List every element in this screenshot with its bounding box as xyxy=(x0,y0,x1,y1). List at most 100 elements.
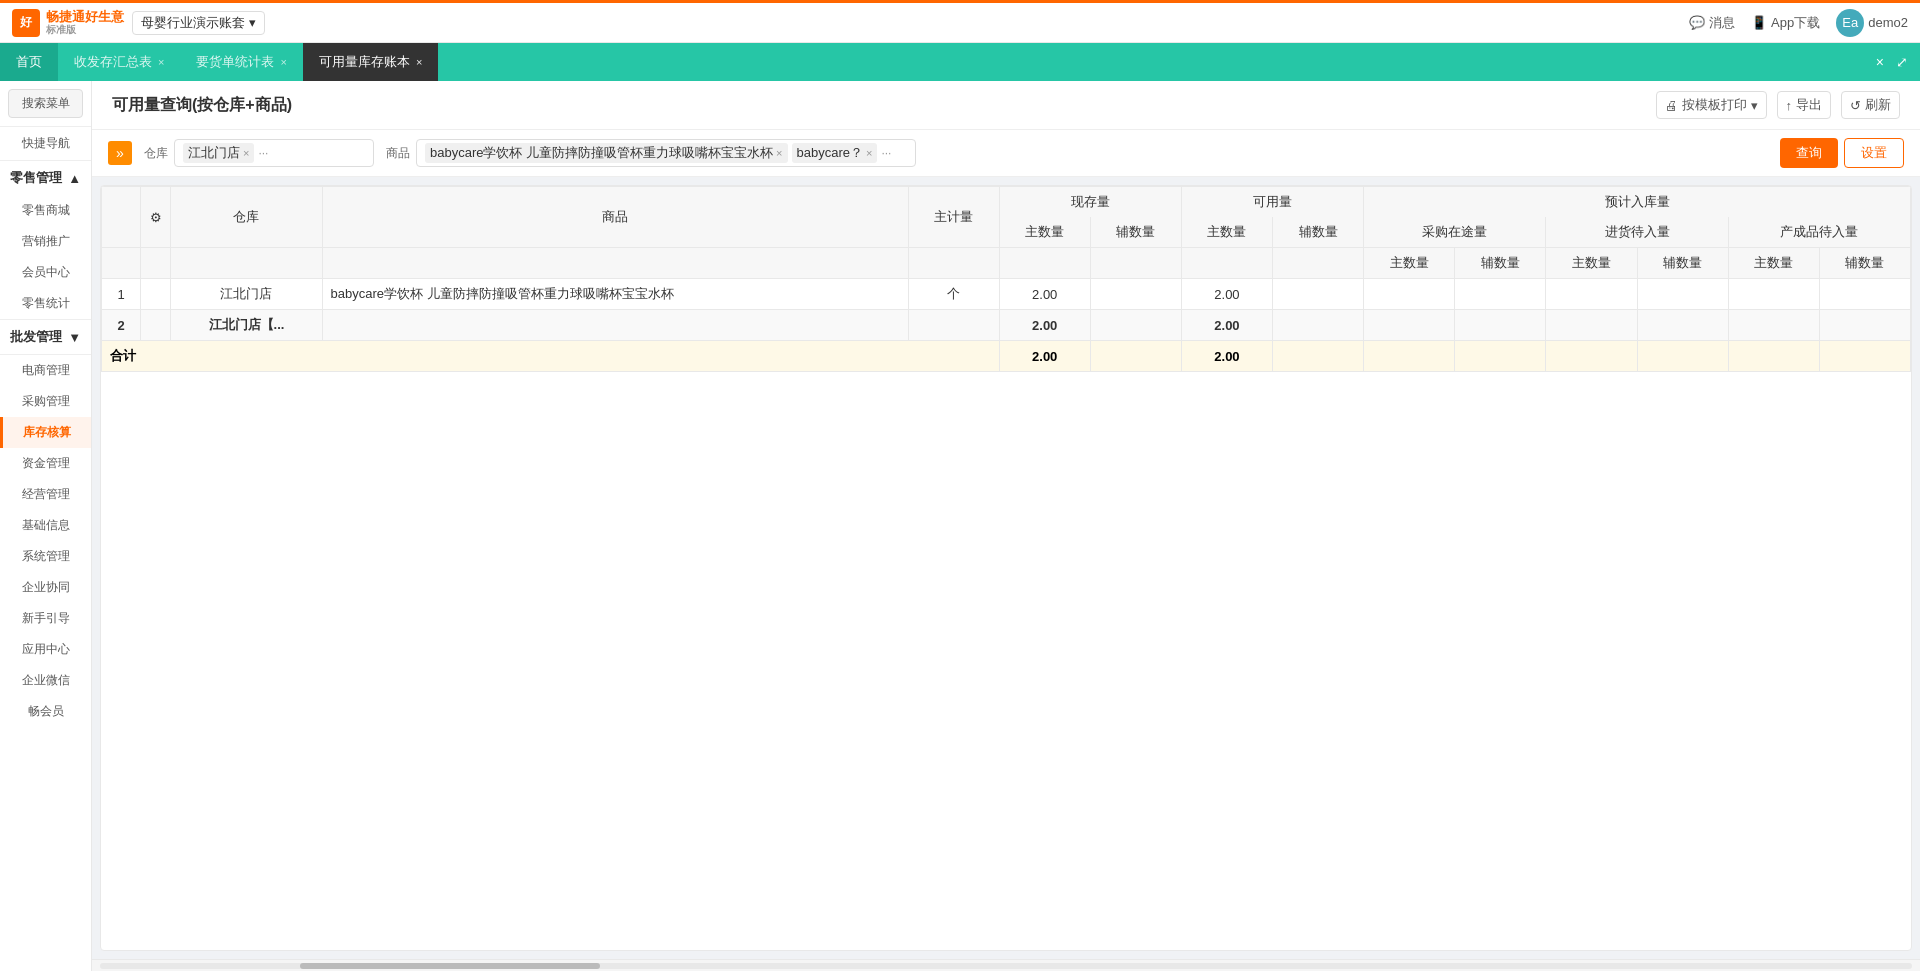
tab-order-label: 要货单统计表 xyxy=(196,53,274,71)
settings-btn[interactable]: 设置 xyxy=(1844,138,1904,168)
col-empty3 xyxy=(171,248,322,279)
cell-avail-main: 2.00 xyxy=(1181,279,1272,310)
col-empty4 xyxy=(322,248,908,279)
subtotal-pr-main xyxy=(1728,310,1819,341)
industry-select[interactable]: 母婴行业演示账套 ▾ xyxy=(132,11,265,35)
search-menu-btn[interactable]: 搜索菜单 xyxy=(8,89,83,118)
sidebar-item-purchase[interactable]: 采购管理 xyxy=(0,386,91,417)
col-avail-main: 主数量 xyxy=(1181,217,1272,248)
col-empty9 xyxy=(1273,248,1364,279)
warehouse-filter-group: 仓库 江北门店 × ··· xyxy=(144,139,374,167)
sidebar-item-marketing[interactable]: 营销推广 xyxy=(0,226,91,257)
cell-purchase-aux xyxy=(1455,279,1546,310)
subtotal-i-aux xyxy=(1637,310,1728,341)
tab-receive-label: 收发存汇总表 xyxy=(74,53,152,71)
warehouse-tag-label: 江北门店 xyxy=(188,144,240,162)
product-tag-2-remove[interactable]: × xyxy=(866,147,872,159)
sidebar: 搜索菜单 快捷导航 零售管理 ▲ 零售商城 营销推广 会员中心 零售统计 批发管… xyxy=(0,81,92,971)
sidebar-item-enterprise-wechat[interactable]: 企业微信 xyxy=(0,665,91,696)
sidebar-item-basics[interactable]: 基础信息 xyxy=(0,510,91,541)
col-incoming-aux: 辅数量 xyxy=(1637,248,1728,279)
nav-tabs: 首页 收发存汇总表 × 要货单统计表 × 可用量库存账本 × × ⤢ xyxy=(0,43,1920,81)
export-btn[interactable]: ↑ 导出 xyxy=(1777,91,1832,119)
print-icon: 🖨 xyxy=(1665,98,1678,113)
chevron-down-icon: ▾ xyxy=(249,15,256,30)
product-tag-2: babycare？ × xyxy=(792,143,878,163)
main-layout: 搜索菜单 快捷导航 零售管理 ▲ 零售商城 营销推广 会员中心 零售统计 批发管… xyxy=(0,81,1920,971)
tab-home[interactable]: 首页 xyxy=(0,43,58,81)
query-btn[interactable]: 查询 xyxy=(1780,138,1838,168)
app-icon: 📱 xyxy=(1751,15,1767,30)
warehouse-filter-more[interactable]: ··· xyxy=(258,146,268,160)
col-production-aux: 辅数量 xyxy=(1819,248,1910,279)
product-tag-1-remove[interactable]: × xyxy=(776,147,782,159)
col-current-aux: 辅数量 xyxy=(1090,217,1181,248)
app-download-btn[interactable]: 📱 App下载 xyxy=(1751,14,1820,32)
sidebar-item-system[interactable]: 系统管理 xyxy=(0,541,91,572)
quick-nav-btn[interactable]: 快捷导航 xyxy=(0,127,91,161)
filter-toggle-btn[interactable]: » xyxy=(108,141,132,165)
message-btn[interactable]: 💬 消息 xyxy=(1689,14,1735,32)
sidebar-item-appcenter[interactable]: 应用中心 xyxy=(0,634,91,665)
col-purchase-header: 采购在途量 xyxy=(1364,217,1546,248)
tab-receive-close[interactable]: × xyxy=(158,56,164,68)
refresh-btn[interactable]: ↺ 刷新 xyxy=(1841,91,1900,119)
tab-order[interactable]: 要货单统计表 × xyxy=(180,43,302,81)
user-area[interactable]: Ea demo2 xyxy=(1836,9,1908,37)
sidebar-search: 搜索菜单 xyxy=(0,81,91,127)
col-available: 可用量 xyxy=(1181,187,1363,218)
table-container: ⚙ 仓库 商品 主计量 现存量 可用量 预计入库量 主数量 辅数量 主数量 辅数… xyxy=(100,185,1912,951)
print-label: 按模板打印 xyxy=(1682,96,1747,114)
tab-receive[interactable]: 收发存汇总表 × xyxy=(58,43,180,81)
sidebar-item-operations[interactable]: 经营管理 xyxy=(0,479,91,510)
product-filter-input[interactable]: babycare学饮杯 儿童防摔防撞吸管杯重力球吸嘴杯宝宝水杯 × babyca… xyxy=(416,139,916,167)
product-tag-2-label: babycare？ xyxy=(797,144,863,162)
sidebar-item-member2[interactable]: 畅会员 xyxy=(0,696,91,727)
tab-inventory[interactable]: 可用量库存账本 × xyxy=(303,43,438,81)
cell-production-aux xyxy=(1819,279,1910,310)
sidebar-item-retail-stats[interactable]: 零售统计 xyxy=(0,288,91,319)
sidebar-item-finance[interactable]: 资金管理 xyxy=(0,448,91,479)
cell-product: babycare学饮杯 儿童防摔防撞吸管杯重力球吸嘴杯宝宝水杯 xyxy=(322,279,908,310)
cell-production-main xyxy=(1728,279,1819,310)
col-empty1 xyxy=(102,248,141,279)
product-tag-1-label: babycare学饮杯 儿童防摔防撞吸管杯重力球吸嘴杯宝宝水杯 xyxy=(430,144,773,162)
sidebar-item-member[interactable]: 会员中心 xyxy=(0,257,91,288)
product-filter-more[interactable]: ··· xyxy=(881,146,891,160)
sidebar-item-newbie[interactable]: 新手引导 xyxy=(0,603,91,634)
col-purchase-main: 主数量 xyxy=(1364,248,1455,279)
refresh-label: 刷新 xyxy=(1865,96,1891,114)
cell-current-main: 2.00 xyxy=(999,279,1090,310)
retail-arrow: ▲ xyxy=(68,171,81,186)
logo-text: 畅捷通好生意 xyxy=(46,9,124,25)
expand-btn[interactable]: ⤢ xyxy=(1892,52,1912,72)
col-empty2 xyxy=(141,248,171,279)
warehouse-tag-1: 江北门店 × xyxy=(183,143,254,163)
print-btn[interactable]: 🖨 按模板打印 ▾ xyxy=(1656,91,1767,119)
col-empty8 xyxy=(1181,248,1272,279)
warehouse-filter-input[interactable]: 江北门店 × ··· xyxy=(174,139,374,167)
scroll-thumb[interactable] xyxy=(300,963,600,969)
warehouse-tag-remove[interactable]: × xyxy=(243,147,249,159)
nav-controls: × ⤢ xyxy=(1864,43,1920,81)
sidebar-item-inventory[interactable]: 库存核算 xyxy=(0,417,91,448)
wholesale-arrow: ▼ xyxy=(68,330,81,345)
total-p-main xyxy=(1364,341,1455,372)
sidebar-item-ecommerce[interactable]: 电商管理 xyxy=(0,355,91,386)
cell-avail-aux xyxy=(1273,279,1364,310)
sidebar-section-retail-header[interactable]: 零售管理 ▲ xyxy=(0,161,91,195)
total-current-main: 2.00 xyxy=(999,341,1090,372)
cell-unit: 个 xyxy=(908,279,999,310)
tab-order-close[interactable]: × xyxy=(280,56,286,68)
col-index xyxy=(102,187,141,248)
col-production-main: 主数量 xyxy=(1728,248,1819,279)
tab-inventory-close[interactable]: × xyxy=(416,56,422,68)
logo-icon: 好 xyxy=(12,9,40,37)
industry-label: 母婴行业演示账套 xyxy=(141,14,245,32)
table-row: 1 江北门店 babycare学饮杯 儿童防摔防撞吸管杯重力球吸嘴杯宝宝水杯 个… xyxy=(102,279,1911,310)
sidebar-item-retail-mall[interactable]: 零售商城 xyxy=(0,195,91,226)
close-window-btn[interactable]: × xyxy=(1872,52,1888,72)
col-empty5 xyxy=(908,248,999,279)
sidebar-item-enterprise[interactable]: 企业协同 xyxy=(0,572,91,603)
sidebar-section-wholesale-header[interactable]: 批发管理 ▼ xyxy=(0,320,91,354)
